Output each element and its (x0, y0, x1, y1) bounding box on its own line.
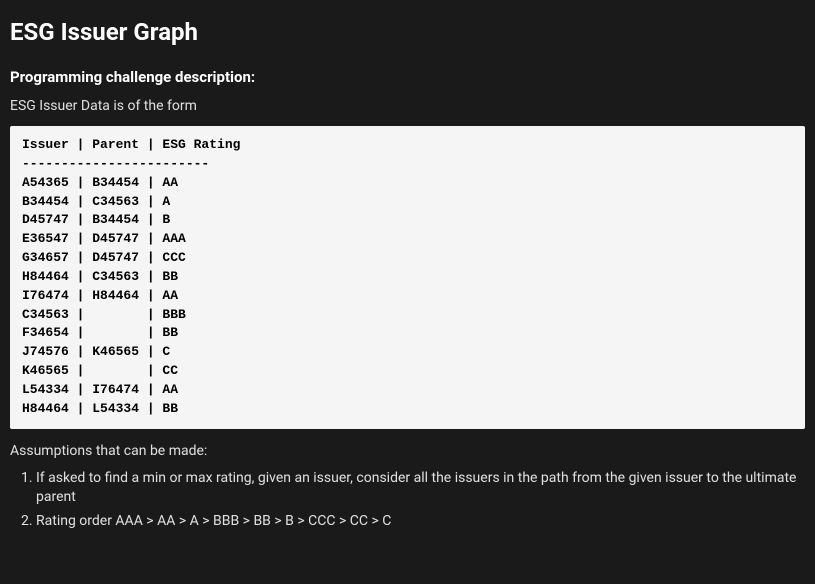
intro-text: ESG Issuer Data is of the form (10, 98, 805, 114)
list-item: If asked to find a min or max rating, gi… (36, 469, 805, 508)
page-title: ESG Issuer Graph (10, 18, 805, 46)
content-container: ESG Issuer Graph Programming challenge d… (0, 0, 815, 545)
assumptions-heading: Assumptions that can be made: (10, 443, 805, 459)
code-block: Issuer | Parent | ESG Rating -----------… (10, 126, 805, 429)
list-item: Rating order AAA > AA > A > BBB > BB > B… (36, 512, 805, 532)
section-heading: Programming challenge description: (10, 68, 805, 86)
assumptions-list: If asked to find a min or max rating, gi… (10, 469, 805, 532)
